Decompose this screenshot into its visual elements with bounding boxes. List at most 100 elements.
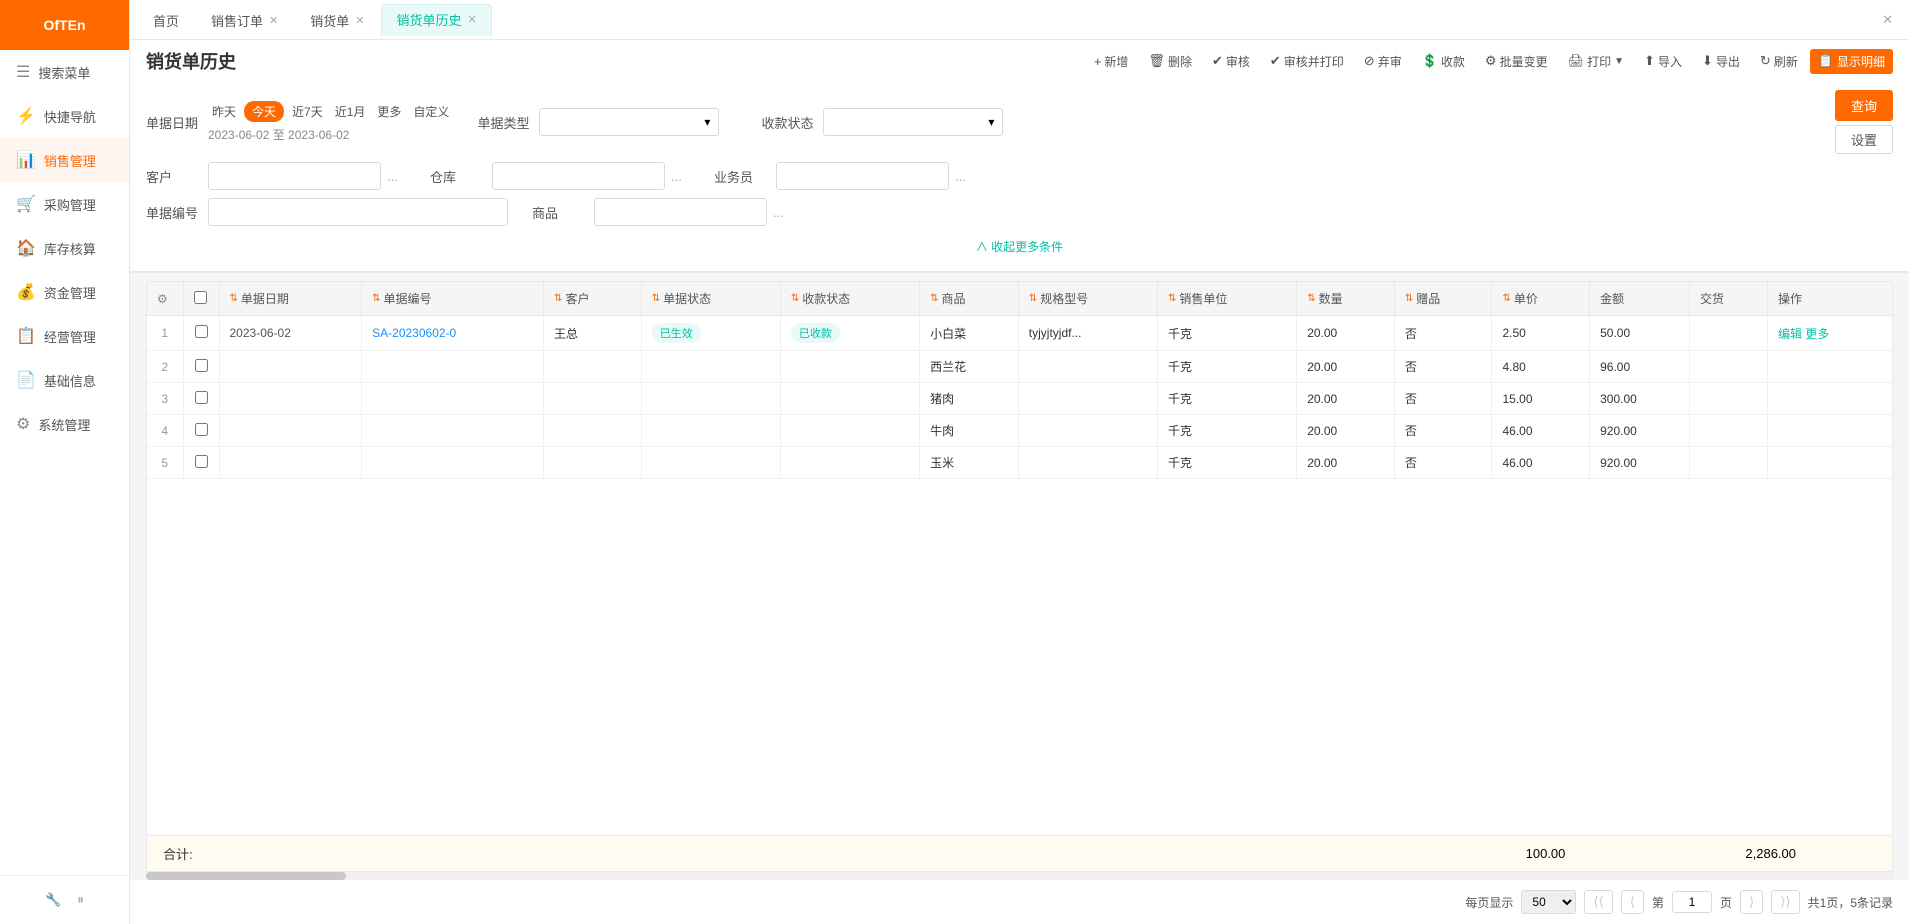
settings-bottom-icon[interactable]: 🔧 — [45, 892, 61, 908]
price-sort-icon[interactable]: ⇅ — [1502, 293, 1510, 304]
sidebar-item-purchase-mgmt[interactable]: 🛒 采购管理 — [0, 182, 129, 226]
audit-print-button[interactable]: ✔ 审核并打印 — [1262, 49, 1352, 74]
page-number-input[interactable] — [1672, 891, 1712, 913]
sidebar-item-basic-info[interactable]: 📄 基础信息 — [0, 358, 129, 402]
staff-dots[interactable]: ... — [955, 169, 966, 184]
custom-shortcut[interactable]: 自定义 — [409, 101, 453, 122]
delete-button[interactable]: 🗑 删除 — [1140, 49, 1200, 74]
close-sales-history-icon[interactable]: ✕ — [468, 13, 477, 26]
goods-input[interactable] — [594, 198, 767, 226]
sidebar-item-sys-mgmt[interactable]: ⚙ 系统管理 — [0, 402, 129, 446]
horizontal-scrollbar-track[interactable] — [146, 872, 1893, 880]
abandon-button[interactable]: ⊘ 弃审 — [1356, 49, 1410, 74]
row-trade — [1690, 351, 1768, 383]
close-sales-order-icon[interactable]: ✕ — [269, 14, 278, 27]
export-button[interactable]: ⬇ 导出 — [1694, 49, 1748, 74]
sidebar-item-quick-nav[interactable]: ⚡ 快捷导航 — [0, 94, 129, 138]
pay-status-sort-icon[interactable]: ⇅ — [791, 293, 799, 304]
row-goods: 小白菜 — [920, 316, 1019, 351]
tab-sales-goods-label: 销货单 — [310, 11, 349, 30]
row-customer — [544, 447, 642, 479]
row-checkbox[interactable] — [183, 383, 219, 415]
row-checkbox[interactable] — [183, 351, 219, 383]
horizontal-scrollbar-thumb[interactable] — [146, 872, 346, 880]
order-no-sort-icon[interactable]: ⇅ — [372, 293, 380, 304]
sidebar-item-finance-mgmt[interactable]: 💰 资金管理 — [0, 270, 129, 314]
table-settings-icon[interactable]: ⚙ — [157, 292, 168, 306]
customer-dots[interactable]: ... — [387, 169, 398, 184]
sidebar-item-inventory[interactable]: 🏠 库存核算 — [0, 226, 129, 270]
sidebar-item-sales-mgmt[interactable]: 📊 销售管理 — [0, 138, 129, 182]
batch-change-button[interactable]: ⚙ 批量变更 — [1477, 49, 1556, 74]
filter-area: 单据日期 昨天 今天 近7天 近1月 更多 自定义 2023-06-02 至 2… — [130, 78, 1909, 272]
order-status-sort-icon[interactable]: ⇅ — [652, 293, 660, 304]
show-details-button[interactable]: 📋 显示明细 — [1810, 49, 1893, 74]
pay-status-select[interactable]: ▾ — [823, 108, 1003, 136]
import-button[interactable]: ⬆ 导入 — [1636, 49, 1690, 74]
row-checkbox[interactable] — [183, 415, 219, 447]
prev-page-btn[interactable]: ⟨ — [1621, 890, 1644, 914]
customer-sort-icon[interactable]: ⇅ — [554, 293, 562, 304]
gift-sort-icon[interactable]: ⇅ — [1405, 293, 1413, 304]
row-actions[interactable]: 编辑 更多 — [1767, 316, 1892, 351]
table-body: 12023-06-02SA-20230602-0王总已生效已收款小白菜tyjyj… — [147, 316, 1892, 479]
staff-input[interactable] — [776, 162, 949, 190]
row-actions[interactable] — [1767, 415, 1892, 447]
qty-sort-icon[interactable]: ⇅ — [1307, 293, 1315, 304]
order-no-input[interactable] — [208, 198, 508, 226]
pause-bottom-icon[interactable]: ⏸ — [77, 892, 84, 908]
refresh-button[interactable]: ↻ 刷新 — [1752, 49, 1806, 74]
row-actions[interactable] — [1767, 383, 1892, 415]
sidebar-item-search-menu[interactable]: ☰ 搜索菜单 — [0, 50, 129, 94]
last-page-btn[interactable]: ⟩⟩ — [1771, 890, 1799, 914]
row-spec — [1018, 351, 1157, 383]
type-select[interactable]: ▾ — [539, 108, 719, 136]
row-pay-status: 已收款 — [780, 316, 919, 351]
row-checkbox[interactable] — [183, 316, 219, 351]
customer-input[interactable] — [208, 162, 381, 190]
yesterday-shortcut[interactable]: 昨天 — [208, 101, 240, 122]
warehouse-input[interactable] — [492, 162, 665, 190]
date-sort-icon[interactable]: ⇅ — [230, 293, 238, 304]
setting-button[interactable]: 设置 — [1835, 125, 1893, 154]
window-close-btn[interactable]: ✕ — [1874, 8, 1901, 32]
more-shortcut[interactable]: 更多 — [373, 101, 405, 122]
last1m-shortcut[interactable]: 近1月 — [331, 101, 370, 122]
row-actions[interactable] — [1767, 447, 1892, 479]
audit-button[interactable]: ✔ 审核 — [1204, 49, 1258, 74]
goods-dots[interactable]: ... — [773, 205, 784, 220]
last7-shortcut[interactable]: 近7天 — [288, 101, 327, 122]
tab-sales-goods[interactable]: 销货单 ✕ — [295, 4, 379, 36]
collapse-button[interactable]: ∧ 收起更多条件 — [146, 234, 1893, 259]
query-button[interactable]: 查询 — [1835, 90, 1893, 121]
select-all-checkbox[interactable] — [194, 291, 207, 304]
action-更多[interactable]: 更多 — [1805, 327, 1829, 341]
close-sales-goods-icon[interactable]: ✕ — [355, 14, 364, 27]
row-checkbox[interactable] — [183, 447, 219, 479]
print-button[interactable]: 🖨 打印 ▼ — [1560, 49, 1632, 74]
first-page-btn[interactable]: ⟨⟨ — [1584, 890, 1612, 914]
collect-button[interactable]: 💲 收款 — [1414, 49, 1473, 74]
per-page-select[interactable]: 50 100 200 — [1521, 890, 1576, 914]
order-link[interactable]: SA-20230602-0 — [372, 326, 456, 340]
sidebar-item-ops-mgmt[interactable]: 📋 经营管理 — [0, 314, 129, 358]
warehouse-dots[interactable]: ... — [671, 169, 682, 184]
row-actions[interactable] — [1767, 351, 1892, 383]
th-checkbox[interactable] — [183, 282, 219, 316]
th-settings[interactable]: ⚙ — [147, 282, 183, 316]
unit-sort-icon[interactable]: ⇅ — [1168, 293, 1176, 304]
tab-sales-history[interactable]: 销货单历史 ✕ — [381, 4, 491, 36]
th-date: ⇅ 单据日期 — [219, 282, 362, 316]
th-pay-status: ⇅ 收款状态 — [780, 282, 919, 316]
next-page-btn[interactable]: ⟩ — [1740, 890, 1763, 914]
today-shortcut[interactable]: 今天 — [244, 101, 284, 122]
tab-home[interactable]: 首页 — [138, 4, 194, 36]
goods-sort-icon[interactable]: ⇅ — [930, 293, 938, 304]
row-unit: 千克 — [1158, 351, 1297, 383]
tab-sales-order[interactable]: 销售订单 ✕ — [196, 4, 293, 36]
pagination: 每页显示 50 100 200 ⟨⟨ ⟨ 第 页 ⟩ ⟩⟩ 共1页，5条记录 — [130, 880, 1909, 924]
action-编辑[interactable]: 编辑 — [1778, 327, 1802, 341]
new-button[interactable]: + 新增 — [1086, 49, 1137, 74]
filter-date: 单据日期 昨天 今天 近7天 近1月 更多 自定义 2023-06-02 至 2… — [146, 101, 453, 143]
spec-sort-icon[interactable]: ⇅ — [1029, 293, 1037, 304]
